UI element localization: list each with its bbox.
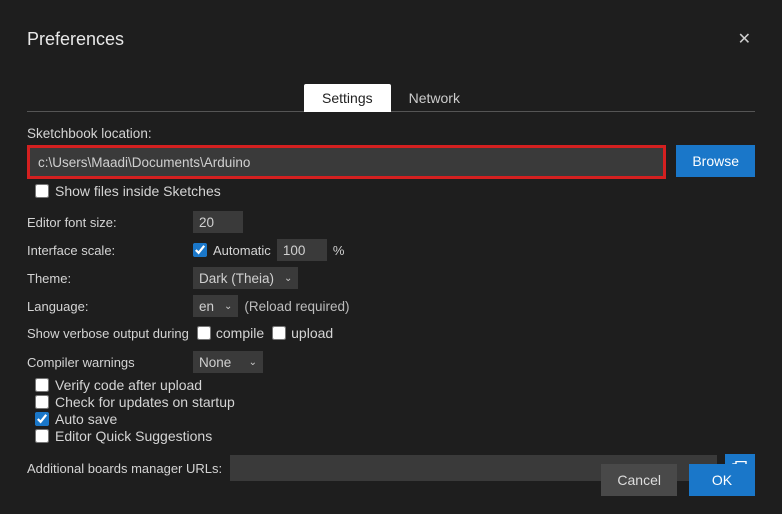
dialog-title: Preferences: [27, 29, 124, 50]
ok-button[interactable]: OK: [689, 464, 755, 496]
chevron-down-icon: ⌄: [249, 357, 257, 368]
verbose-label: Show verbose output during: [27, 326, 189, 341]
quick-suggestions-checkbox[interactable]: [35, 429, 49, 443]
verify-upload-checkbox[interactable]: [35, 378, 49, 392]
tab-settings[interactable]: Settings: [304, 84, 391, 112]
compile-checkbox[interactable]: [197, 326, 211, 340]
show-files-checkbox[interactable]: [35, 184, 49, 198]
upload-checkbox[interactable]: [272, 326, 286, 340]
boards-urls-label: Additional boards manager URLs:: [27, 461, 222, 476]
language-label: Language:: [27, 299, 193, 314]
upload-label: upload: [291, 325, 333, 341]
compile-label: compile: [216, 325, 264, 341]
warnings-value: None: [199, 355, 231, 370]
verify-upload-label: Verify code after upload: [55, 377, 202, 393]
compiler-warnings-label: Compiler warnings: [27, 355, 193, 370]
chevron-down-icon: ⌄: [284, 273, 292, 284]
scale-input[interactable]: [277, 239, 327, 261]
sketchbook-path-input[interactable]: [30, 148, 663, 176]
interface-scale-label: Interface scale:: [27, 243, 193, 258]
reload-hint: (Reload required): [244, 299, 349, 314]
tab-network[interactable]: Network: [391, 84, 478, 112]
theme-label: Theme:: [27, 271, 193, 286]
close-button[interactable]: ✕: [734, 25, 755, 53]
language-value: en: [199, 299, 214, 314]
check-updates-label: Check for updates on startup: [55, 394, 235, 410]
browse-button[interactable]: Browse: [676, 145, 755, 177]
tab-bar: Settings Network: [27, 83, 755, 112]
automatic-scale-checkbox[interactable]: [193, 243, 207, 257]
theme-select[interactable]: Dark (Theia) ⌄: [193, 267, 298, 289]
quick-suggestions-label: Editor Quick Suggestions: [55, 428, 212, 444]
warnings-select[interactable]: None ⌄: [193, 351, 263, 373]
font-size-input[interactable]: [193, 211, 243, 233]
cancel-button[interactable]: Cancel: [601, 464, 677, 496]
percent-label: %: [333, 243, 345, 258]
theme-value: Dark (Theia): [199, 271, 274, 286]
auto-save-label: Auto save: [55, 411, 117, 427]
automatic-label: Automatic: [213, 243, 271, 258]
auto-save-checkbox[interactable]: [35, 412, 49, 426]
sketchbook-label: Sketchbook location:: [27, 126, 755, 141]
font-size-label: Editor font size:: [27, 215, 193, 230]
check-updates-checkbox[interactable]: [35, 395, 49, 409]
sketchbook-highlight: [27, 145, 666, 179]
chevron-down-icon: ⌄: [224, 301, 232, 312]
language-select[interactable]: en ⌄: [193, 295, 238, 317]
show-files-label: Show files inside Sketches: [55, 183, 221, 199]
